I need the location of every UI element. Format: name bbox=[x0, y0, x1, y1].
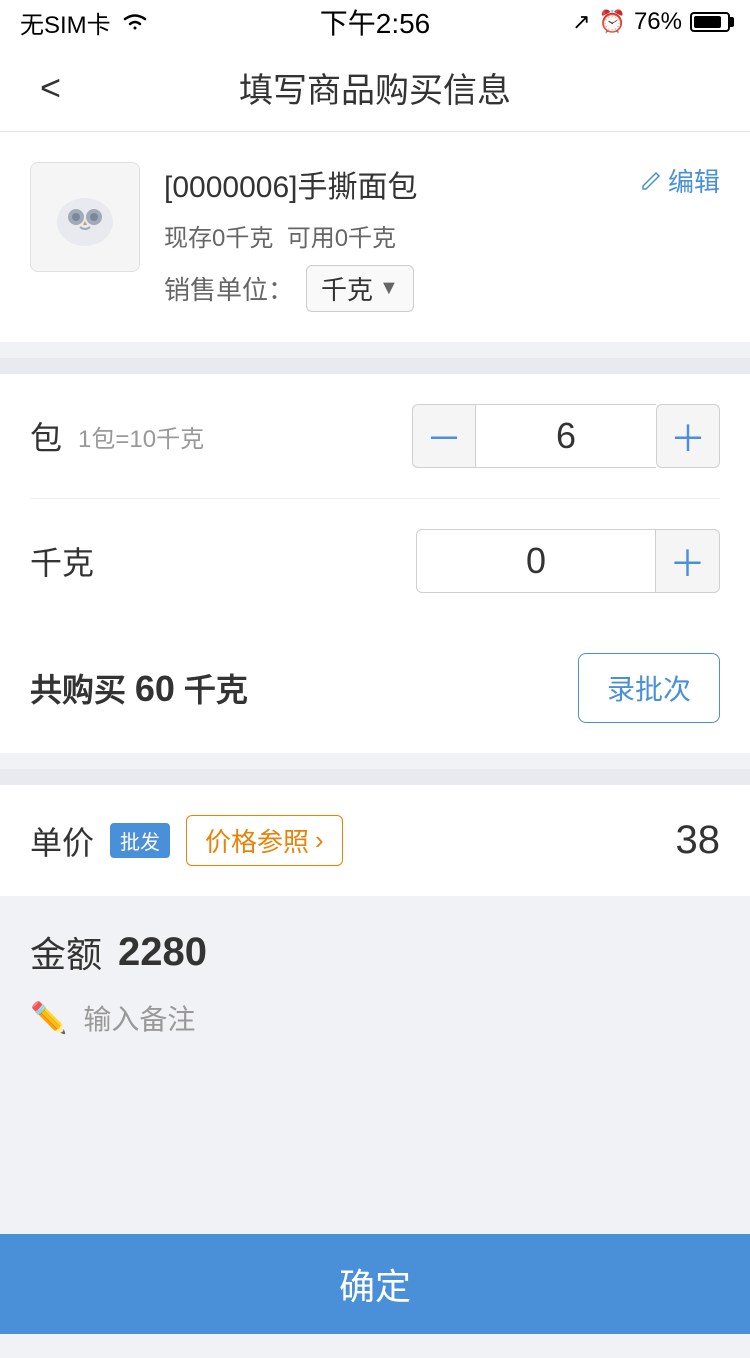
total-section: 共购买 60 千克 录批次 bbox=[0, 623, 750, 753]
pack-label: 包 1包=10千克 bbox=[30, 413, 204, 459]
remark-placeholder: 输入备注 bbox=[83, 998, 195, 1038]
owl-logo bbox=[50, 187, 120, 247]
wifi-icon bbox=[121, 12, 149, 32]
total-text: 共购买 60 千克 bbox=[30, 665, 248, 711]
kg-quantity-control: ＋ bbox=[416, 529, 720, 593]
kg-quantity-input[interactable] bbox=[416, 529, 656, 593]
battery-icon bbox=[690, 12, 730, 32]
product-section: [0000006]手撕面包 编辑 现存0千克 可用0千克 销售单位： 千克 ▼ bbox=[0, 132, 750, 342]
status-right: ↗ ⏰ 76% bbox=[572, 8, 730, 36]
price-section: 单价 批发 价格参照 › 38 bbox=[0, 785, 750, 896]
status-left: 无SIM卡 bbox=[20, 5, 149, 40]
location-icon: ↗ bbox=[572, 9, 590, 35]
pack-input-row: 包 1包=10千克 － ＋ bbox=[30, 374, 720, 499]
carrier-label: 无SIM卡 bbox=[20, 5, 111, 40]
nav-bar: < 填写商品购买信息 bbox=[0, 44, 750, 132]
divider-2 bbox=[0, 769, 750, 785]
product-thumbnail bbox=[30, 162, 140, 272]
pack-decrease-button[interactable]: － bbox=[412, 404, 476, 468]
unit-select[interactable]: 千克 ▼ bbox=[306, 265, 414, 312]
page-title: 填写商品购买信息 bbox=[239, 63, 511, 112]
price-ref-button[interactable]: 价格参照 › bbox=[186, 815, 343, 866]
kg-increase-button[interactable]: ＋ bbox=[656, 529, 720, 593]
pack-quantity-control: － ＋ bbox=[412, 404, 720, 468]
battery-percent: 76% bbox=[634, 8, 682, 36]
price-label: 单价 bbox=[30, 818, 94, 864]
kg-input-row: 千克 ＋ bbox=[30, 499, 720, 623]
pack-hint: 1包=10千克 bbox=[78, 419, 204, 454]
divider-1 bbox=[0, 358, 750, 374]
dropdown-icon: ▼ bbox=[379, 277, 399, 300]
confirm-bar[interactable]: 确定 bbox=[0, 1234, 750, 1334]
batch-button[interactable]: 录批次 bbox=[578, 653, 720, 723]
back-button[interactable]: < bbox=[30, 57, 71, 119]
amount-value: 2280 bbox=[118, 930, 207, 975]
product-info: [0000006]手撕面包 编辑 现存0千克 可用0千克 销售单位： 千克 ▼ bbox=[164, 162, 720, 312]
alarm-icon: ⏰ bbox=[599, 9, 626, 35]
pack-quantity-input[interactable] bbox=[476, 404, 656, 468]
kg-label: 千克 bbox=[30, 538, 94, 584]
product-unit-row: 销售单位： 千克 ▼ bbox=[164, 265, 720, 312]
edit-button[interactable]: 编辑 bbox=[640, 162, 720, 199]
pack-increase-button[interactable]: ＋ bbox=[656, 404, 720, 468]
price-value: 38 bbox=[676, 818, 721, 863]
status-time: 下午2:56 bbox=[320, 2, 431, 42]
amount-section: 金额 2280 ✏️ 输入备注 bbox=[0, 896, 750, 1058]
product-stock: 现存0千克 可用0千克 bbox=[164, 218, 720, 253]
remark-row[interactable]: ✏️ 输入备注 bbox=[30, 998, 720, 1038]
confirm-button-label: 确定 bbox=[339, 1258, 411, 1310]
chevron-right-icon: › bbox=[315, 825, 324, 856]
edit-icon bbox=[640, 170, 662, 192]
input-section: 包 1包=10千克 － ＋ 千克 ＋ bbox=[0, 374, 750, 623]
price-tag-pifa: 批发 bbox=[110, 823, 170, 858]
amount-row: 金额 2280 bbox=[30, 926, 720, 978]
pencil-icon: ✏️ bbox=[30, 1001, 67, 1036]
status-bar: 无SIM卡 下午2:56 ↗ ⏰ 76% bbox=[0, 0, 750, 44]
product-name: [0000006]手撕面包 bbox=[164, 162, 417, 206]
price-label-row: 单价 批发 价格参照 › bbox=[30, 815, 343, 866]
